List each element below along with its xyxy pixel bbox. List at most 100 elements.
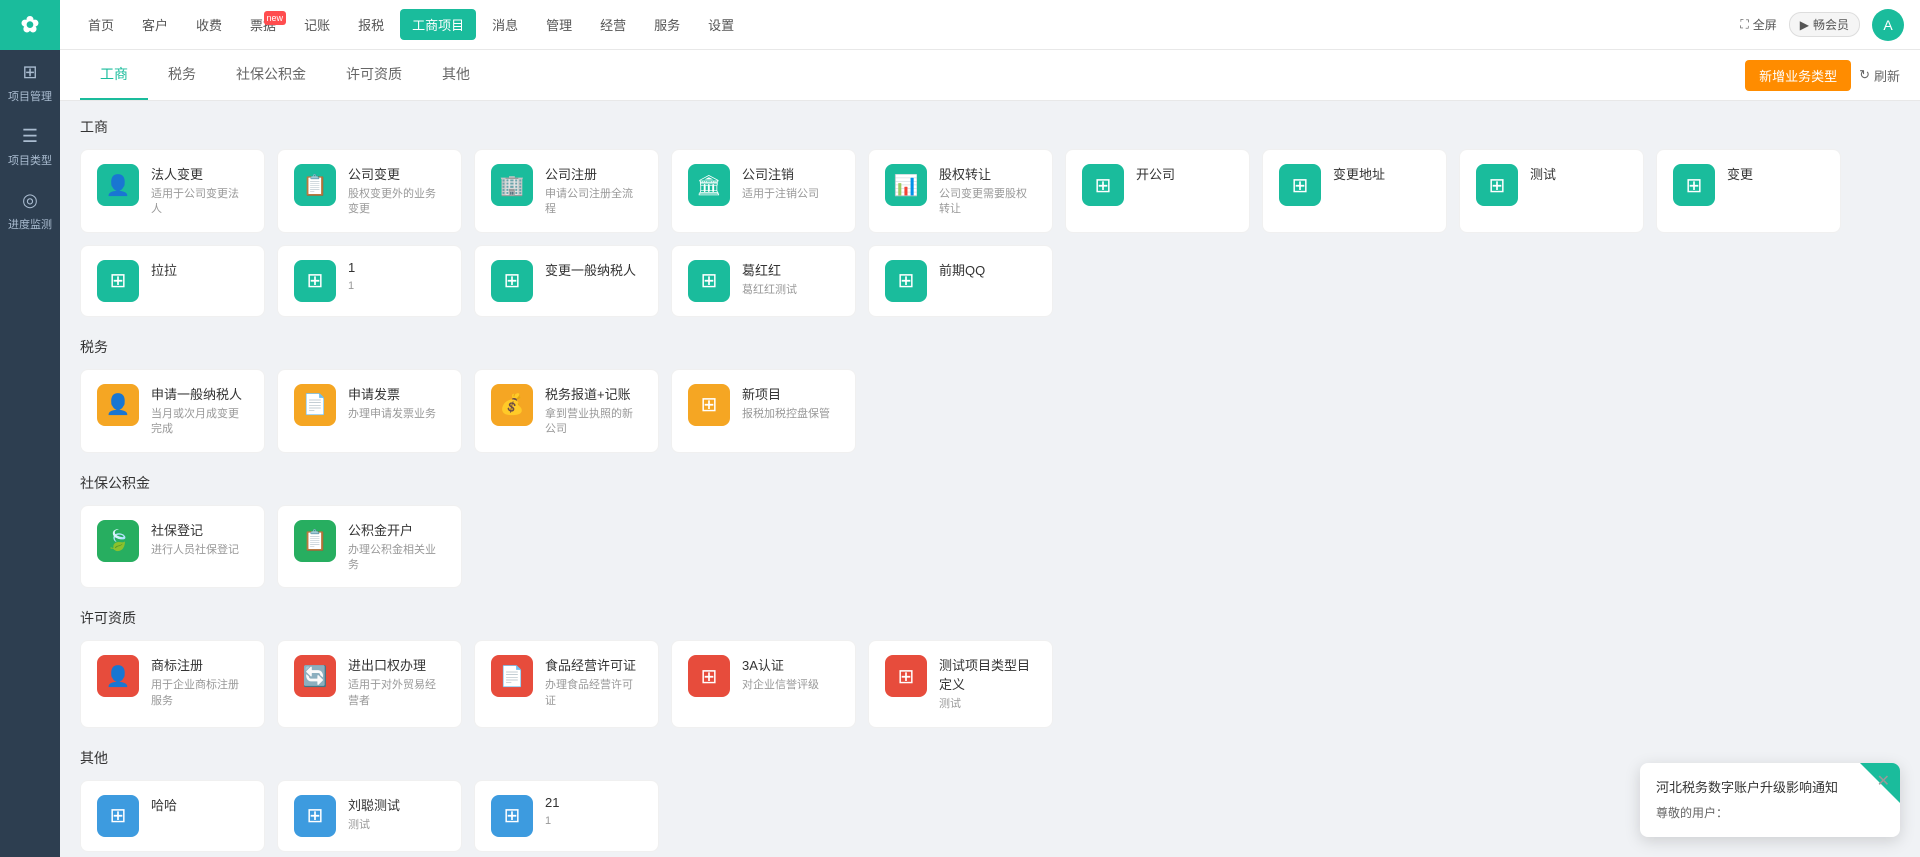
card-fund-open[interactable]: 📋 公积金开户 办理公积金相关业务	[277, 505, 462, 589]
card-title-tax-report-bookkeep: 税务报道+记账	[545, 384, 642, 403]
card-icon-company-change: 📋	[294, 164, 336, 206]
tab-qita[interactable]: 其他	[422, 50, 490, 100]
nav-message[interactable]: 消息	[480, 9, 530, 40]
card-icon-change-tax: ⊞	[491, 260, 533, 302]
card-test-type[interactable]: ⊞ 测试项目类型目定义 测试	[868, 640, 1053, 727]
card-trademark[interactable]: 👤 商标注册 用于企业商标注册服务	[80, 640, 265, 727]
card-company-cancel[interactable]: 🏛 公司注销 适用于注销公司	[671, 149, 856, 233]
card-icon-import-export: 🔄	[294, 655, 336, 697]
nav-service[interactable]: 服务	[642, 9, 692, 40]
fullscreen-button[interactable]: ⛶ 全屏	[1740, 16, 1776, 33]
card-apply-invoice[interactable]: 📄 申请发票 办理申请发票业务	[277, 369, 462, 453]
card-change-address[interactable]: ⊞ 变更地址	[1262, 149, 1447, 233]
card-test[interactable]: ⊞ 测试	[1459, 149, 1644, 233]
nav-home[interactable]: 首页	[76, 9, 126, 40]
card-desc-company-change: 股权变更外的业务变更	[348, 187, 445, 218]
member-button[interactable]: ▶ 畅会员	[1789, 12, 1860, 37]
sidebar-label-progress-monitor: 进度监测	[8, 216, 52, 232]
cards-grid-qita: ⊞ 哈哈 ⊞ 刘聪测试 测试 ⊞ 21	[80, 780, 1900, 852]
sidebar-label-project-manage: 项目管理	[8, 88, 52, 104]
card-desc-company-cancel: 适用于注销公司	[742, 187, 839, 202]
card-open-company[interactable]: ⊞ 开公司	[1065, 149, 1250, 233]
card-lala[interactable]: ⊞ 拉拉	[80, 245, 265, 317]
refresh-button[interactable]: ↻ 刷新	[1859, 66, 1900, 85]
nav-operate[interactable]: 经营	[588, 9, 638, 40]
card-title-3a-cert: 3A认证	[742, 655, 839, 674]
nav-manage[interactable]: 管理	[534, 9, 584, 40]
card-icon-social-register: 🍃	[97, 520, 139, 562]
sidebar-item-project-type[interactable]: ☰ 项目类型	[0, 114, 60, 178]
card-icon-apply-invoice: 📄	[294, 384, 336, 426]
section-title-xuke: 许可资质	[80, 608, 1900, 628]
card-import-export[interactable]: 🔄 进出口权办理 适用于对外贸易经营者	[277, 640, 462, 727]
card-icon-equity-transfer: 📊	[885, 164, 927, 206]
new-type-button[interactable]: 新增业务类型	[1745, 60, 1851, 91]
card-food-license[interactable]: 📄 食品经营许可证 办理食品经营许可证	[474, 640, 659, 727]
card-change2[interactable]: ⊞ 变更	[1656, 149, 1841, 233]
card-desc-twenty-one: 1	[545, 814, 642, 829]
avatar[interactable]: A	[1872, 9, 1904, 41]
card-icon-change-address: ⊞	[1279, 164, 1321, 206]
sidebar-item-project-manage[interactable]: ⊞ 项目管理	[0, 50, 60, 114]
section-title-qita: 其他	[80, 748, 1900, 768]
card-title-change-tax: 变更一般纳税人	[545, 260, 642, 279]
fullscreen-label: 全屏	[1753, 16, 1777, 33]
tab-shebao[interactable]: 社保公积金	[216, 50, 326, 100]
card-desc-company-register: 申请公司注册全流程	[545, 187, 642, 218]
cards-grid-xuke: 👤 商标注册 用于企业商标注册服务 🔄 进出口权办理 适用于对外贸易经营者 📄	[80, 640, 1900, 727]
nav-ticket[interactable]: 票据 new	[238, 9, 288, 40]
notification-text: 尊敬的用户：	[1656, 804, 1884, 823]
card-3a-cert[interactable]: ⊞ 3A认证 对企业信誉评级	[671, 640, 856, 727]
card-twenty-one[interactable]: ⊞ 21 1	[474, 780, 659, 852]
card-title-equity-transfer: 股权转让	[939, 164, 1036, 183]
card-tax-report-bookkeep[interactable]: 💰 税务报道+记账 拿到营业执照的新公司	[474, 369, 659, 453]
nav-tax[interactable]: 报税	[346, 9, 396, 40]
play-icon: ▶	[1800, 18, 1809, 32]
nav-settings[interactable]: 设置	[696, 9, 746, 40]
nav-fee[interactable]: 收费	[184, 9, 234, 40]
card-liu-test[interactable]: ⊞ 刘聪测试 测试	[277, 780, 462, 852]
card-social-register[interactable]: 🍃 社保登记 进行人员社保登记	[80, 505, 265, 589]
card-haha[interactable]: ⊞ 哈哈	[80, 780, 265, 852]
card-change-tax[interactable]: ⊞ 变更一般纳税人	[474, 245, 659, 317]
cards-grid-shuiwu: 👤 申请一般纳税人 当月或次月成变更完成 📄 申请发票 办理申请发票业务 💰	[80, 369, 1900, 453]
card-icon-liu-test: ⊞	[294, 795, 336, 837]
tab-shuiwu[interactable]: 税务	[148, 50, 216, 100]
tab-bar-right: 新增业务类型 ↻ 刷新	[1745, 60, 1900, 91]
notification-close-button[interactable]: ✕	[1877, 771, 1890, 791]
card-title-change-address: 变更地址	[1333, 164, 1430, 183]
card-icon-lala: ⊞	[97, 260, 139, 302]
card-company-register[interactable]: 🏢 公司注册 申请公司注册全流程	[474, 149, 659, 233]
card-icon-front-qq: ⊞	[885, 260, 927, 302]
card-equity-transfer[interactable]: 📊 股权转让 公司变更需要股权转让	[868, 149, 1053, 233]
nav-bizproject[interactable]: 工商项目	[400, 9, 476, 40]
card-desc-fund-open: 办理公积金相关业务	[348, 543, 445, 574]
card-legal-change[interactable]: 👤 法人变更 适用于公司变更法人	[80, 149, 265, 233]
card-desc-apply-invoice: 办理申请发票业务	[348, 407, 445, 422]
tab-xuke[interactable]: 许可资质	[326, 50, 422, 100]
section-title-gongshang: 工商	[80, 117, 1900, 137]
card-new-project[interactable]: ⊞ 新项目 报税加税控盘保管	[671, 369, 856, 453]
card-title-company-cancel: 公司注销	[742, 164, 839, 183]
card-apply-general-tax[interactable]: 👤 申请一般纳税人 当月或次月成变更完成	[80, 369, 265, 453]
card-icon-test: ⊞	[1476, 164, 1518, 206]
card-mohong[interactable]: ⊞ 葛红红 葛红红测试	[671, 245, 856, 317]
tab-gongshang[interactable]: 工商	[80, 50, 148, 100]
card-icon-twenty-one: ⊞	[491, 795, 533, 837]
tab-bar: 工商 税务 社保公积金 许可资质 其他 新增业务类型 ↻ 刷新	[60, 50, 1920, 101]
card-one[interactable]: ⊞ 1 1	[277, 245, 462, 317]
card-company-change[interactable]: 📋 公司变更 股权变更外的业务变更	[277, 149, 462, 233]
nav-bookkeep[interactable]: 记账	[292, 9, 342, 40]
nav-client[interactable]: 客户	[130, 9, 180, 40]
card-icon-legal-change: 👤	[97, 164, 139, 206]
sidebar-item-progress-monitor[interactable]: ◎ 进度监测	[0, 178, 60, 242]
card-title-fund-open: 公积金开户	[348, 520, 445, 539]
card-icon-food-license: 📄	[491, 655, 533, 697]
card-title-social-register: 社保登记	[151, 520, 248, 539]
card-title-twenty-one: 21	[545, 795, 642, 810]
card-title-haha: 哈哈	[151, 795, 248, 814]
card-front-qq[interactable]: ⊞ 前期QQ	[868, 245, 1053, 317]
card-icon-open-company: ⊞	[1082, 164, 1124, 206]
card-title-test: 测试	[1530, 164, 1627, 183]
card-icon-test-type: ⊞	[885, 655, 927, 697]
